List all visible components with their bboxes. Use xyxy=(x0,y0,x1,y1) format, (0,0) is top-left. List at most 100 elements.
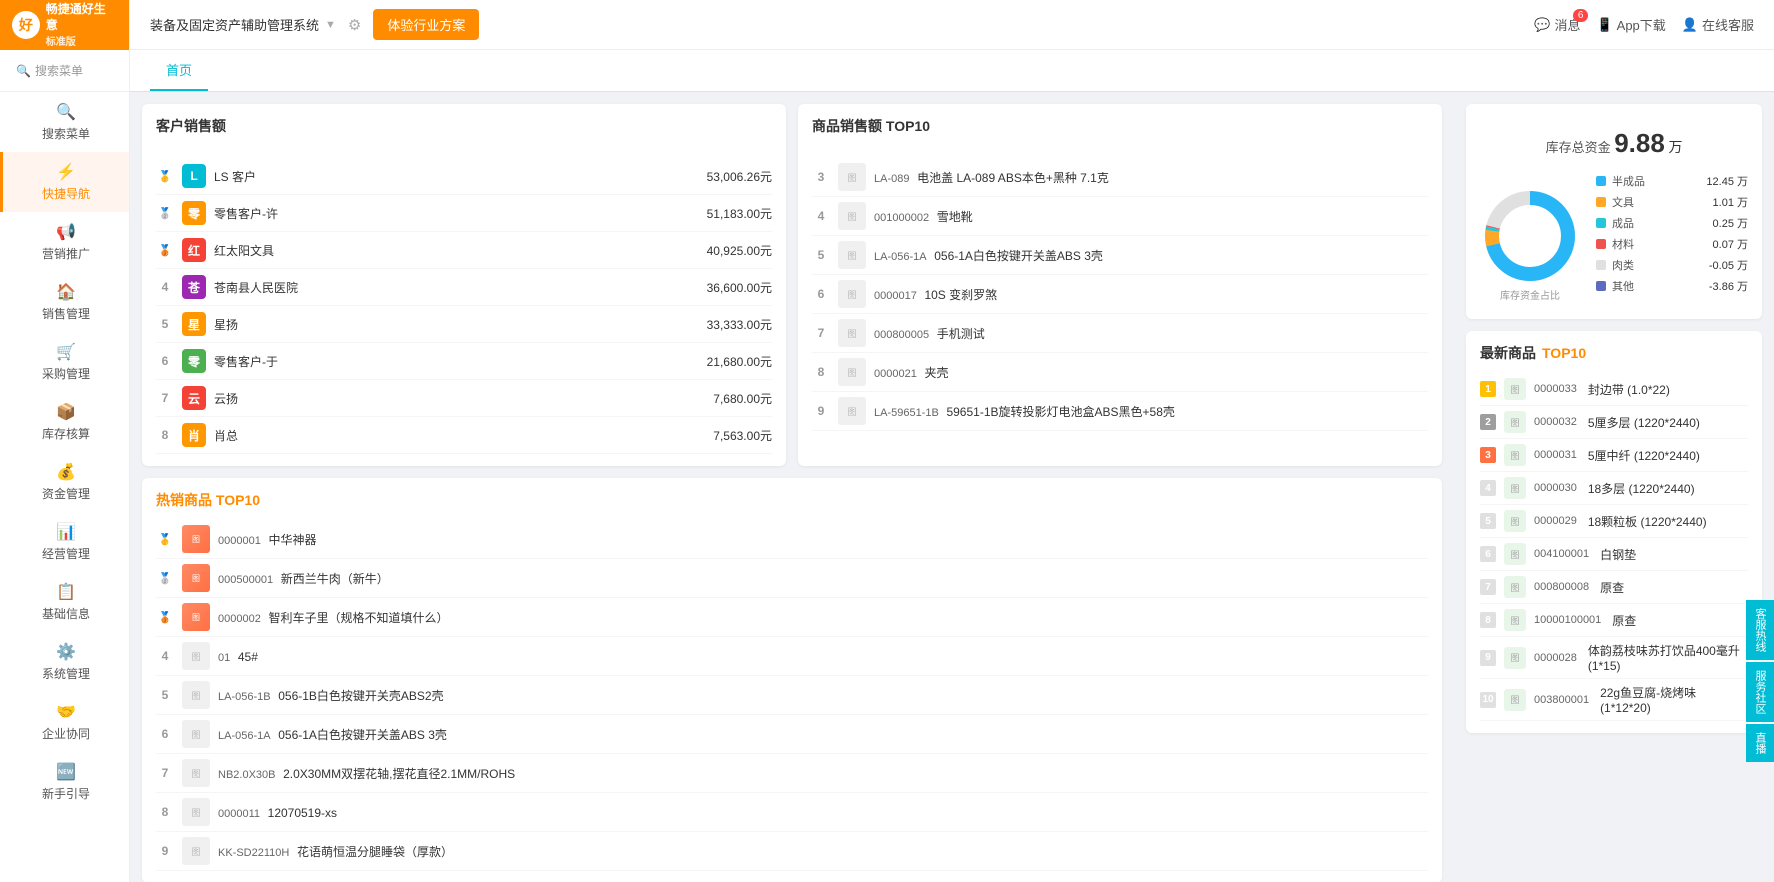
newest-name: 18多层 (1220*2440) xyxy=(1588,480,1695,497)
hot-product-info: 01 45# xyxy=(218,649,258,664)
logo-text: 畅捷通好生意 标准版 xyxy=(46,2,117,48)
hot-rank-number: 8 xyxy=(156,803,174,821)
hot-product-item: 5 图 LA-056-1B 056-1B白色按键开关壳ABS2壳 xyxy=(156,676,1428,715)
newest-code: 003800001 xyxy=(1534,694,1589,706)
app-download[interactable]: 📱 App下载 xyxy=(1596,15,1665,34)
sidebar-item-operation[interactable]: 📊经营管理 xyxy=(0,512,129,572)
hot-product-thumb: 图 xyxy=(182,564,210,592)
rank-name: LS 客户 xyxy=(214,168,699,185)
hot-product-thumb: 图 xyxy=(182,759,210,787)
hot-product-item: 🥉 图 0000002 智利车子里（规格不知道填什么） xyxy=(156,598,1428,637)
product-rank-item: 9 图 LA-59651-1B 59651-1B旋转投影灯电池盒ABS黑色+58… xyxy=(812,392,1428,431)
hot-product-info: KK-SD22110H 花语萌恒温分腿睡袋（厚款） xyxy=(218,843,453,860)
hot-rank-number: 7 xyxy=(156,764,174,782)
rank-name: 云扬 xyxy=(214,390,705,407)
legend-dot xyxy=(1596,239,1606,249)
legend-item: 材料 0.07 万 xyxy=(1596,236,1748,252)
product-rank-number: 7 xyxy=(812,324,830,342)
hot-rank-number: 6 xyxy=(156,725,174,743)
legend-value: -0.05 万 xyxy=(1709,257,1748,273)
hot-products-list: 🥇 图 0000001 中华神器 🥈 图 000500001 新西兰牛肉（新牛）… xyxy=(156,520,1428,871)
legend-value: -3.86 万 xyxy=(1709,278,1748,294)
hot-rank-number: 🥇 xyxy=(156,530,174,548)
product-rank-item: 5 图 LA-056-1A 056-1A白色按键开关盖ABS 3壳 xyxy=(812,236,1428,275)
hot-product-item: 7 图 NB2.0X30B 2.0X30MM双摆花轴,摆花直径2.1MM/ROH… xyxy=(156,754,1428,793)
sidebar-item-system[interactable]: ⚙️系统管理 xyxy=(0,632,129,692)
newest-rank: 8 xyxy=(1480,612,1496,628)
newest-name: 22g鱼豆腐-烧烤味 (1*12*20) xyxy=(1600,684,1748,715)
newest-rank: 7 xyxy=(1480,579,1496,595)
newest-item: 3 图 0000031 5厘中纤 (1220*2440) xyxy=(1480,439,1748,472)
logo-icon: 好 xyxy=(12,11,40,39)
chevron-down-icon: ▼ xyxy=(325,19,336,31)
hot-product-info: 0000002 智利车子里（规格不知道填什么） xyxy=(218,609,448,626)
newest-products-title: 最新商品 TOP10 xyxy=(1480,343,1748,363)
message-badge[interactable]: 💬 消息 6 xyxy=(1534,15,1580,34)
newest-thumb: 图 xyxy=(1504,647,1526,669)
sidebar-item-guide[interactable]: 🆕新手引导 xyxy=(0,752,129,812)
newest-item: 2 图 0000032 5厘多层 (1220*2440) xyxy=(1480,406,1748,439)
rank-value: 40,925.00元 xyxy=(707,242,772,259)
hot-product-info: LA-056-1B 056-1B白色按键开关壳ABS2壳 xyxy=(218,687,444,704)
hot-product-item: 8 图 0000011 12070519-xs xyxy=(156,793,1428,832)
sidebar-item-inventory[interactable]: 📦库存核算 xyxy=(0,392,129,452)
product-info: LA-59651-1B 59651-1B旋转投影灯电池盒ABS黑色+58壳 xyxy=(874,403,1175,420)
sidebar-item-finance[interactable]: 💰资金管理 xyxy=(0,452,129,512)
marketing-icon: 📢 xyxy=(56,222,76,242)
rank-name: 肖总 xyxy=(214,427,705,444)
product-sales-title: 商品销售额 TOP10 xyxy=(812,116,1428,136)
newest-rank: 5 xyxy=(1480,513,1496,529)
rank-item: 🥉 红 红太阳文具 40,925.00元 xyxy=(156,232,772,269)
donut-chart: 库存资金占比 xyxy=(1480,186,1580,286)
hot-product-thumb: 图 xyxy=(182,525,210,553)
newest-code: 0000030 xyxy=(1534,482,1577,494)
legend-value: 0.25 万 xyxy=(1713,215,1748,231)
newest-item: 9 图 0000028 体韵荔枝味苏打饮品400毫升 (1*15) xyxy=(1480,637,1748,679)
tab-home[interactable]: 首页 xyxy=(150,50,208,91)
sidebar-item-search[interactable]: 🔍搜索菜单 xyxy=(0,92,129,152)
system-selector[interactable]: 装备及固定资产辅助管理系统 ▼ xyxy=(150,15,336,34)
hot-product-thumb: 图 xyxy=(182,603,210,631)
search-menu-item[interactable]: 🔍 搜索菜单 xyxy=(0,50,129,92)
sidebar-item-marketing[interactable]: 📢营销推广 xyxy=(0,212,129,272)
rank-avatar: 星 xyxy=(182,312,206,336)
trial-button[interactable]: 体验行业方案 xyxy=(373,9,479,40)
product-rank-number: 6 xyxy=(812,285,830,303)
product-info: LA-056-1A 056-1A白色按键开关盖ABS 3壳 xyxy=(874,247,1103,264)
sidebar-item-company[interactable]: 🤝企业协同 xyxy=(0,692,129,752)
phone-icon: 📱 xyxy=(1596,17,1612,33)
message-icon: 💬 xyxy=(1534,17,1550,33)
legend-dot xyxy=(1596,281,1606,291)
floating-service-btn[interactable]: 客服热线 xyxy=(1746,600,1774,660)
sidebar-item-quick[interactable]: ⚡快捷导航 xyxy=(0,152,129,212)
newest-thumb: 图 xyxy=(1504,411,1526,433)
newest-code: 000800008 xyxy=(1534,581,1589,593)
newest-rank: 9 xyxy=(1480,650,1496,666)
newest-item: 7 图 000800008 原查 xyxy=(1480,571,1748,604)
newest-products-list: 1 图 0000033 封边带 (1.0*22) 2 图 0000032 5厘多… xyxy=(1480,373,1748,721)
product-rank-item: 4 图 001000002 雪地靴 xyxy=(812,197,1428,236)
sidebar-item-purchase[interactable]: 🛒采购管理 xyxy=(0,332,129,392)
sidebar-item-basic[interactable]: 📋基础信息 xyxy=(0,572,129,632)
product-thumb: 图 xyxy=(838,241,866,269)
rank-value: 7,680.00元 xyxy=(713,390,772,407)
newest-name: 白钢垫 xyxy=(1600,546,1636,563)
floating-live-btn[interactable]: 直播 xyxy=(1746,724,1774,762)
guide-icon: 🆕 xyxy=(56,762,76,782)
product-sales-rank-card: 商品销售额 TOP10 3 图 LA-089 电池盖 LA-089 ABS本色+… xyxy=(798,104,1442,466)
online-service[interactable]: 👤 在线客服 xyxy=(1682,15,1754,34)
newest-name: 原查 xyxy=(1612,612,1636,629)
gear-icon[interactable]: ⚙ xyxy=(348,16,361,34)
newest-thumb: 图 xyxy=(1504,510,1526,532)
hot-product-item: 4 图 01 45# xyxy=(156,637,1428,676)
rank-number: 8 xyxy=(156,426,174,444)
product-rank-item: 8 图 0000021 夹壳 xyxy=(812,353,1428,392)
legend-dot xyxy=(1596,260,1606,270)
sidebar-item-sales[interactable]: 🏠销售管理 xyxy=(0,272,129,332)
newest-item: 4 图 0000030 18多层 (1220*2440) xyxy=(1480,472,1748,505)
legend-dot xyxy=(1596,218,1606,228)
finance-icon: 💰 xyxy=(56,462,76,482)
newest-rank: 1 xyxy=(1480,381,1496,397)
rank-name: 零售客户-许 xyxy=(214,205,699,222)
floating-community-btn[interactable]: 服务社区 xyxy=(1746,662,1774,722)
